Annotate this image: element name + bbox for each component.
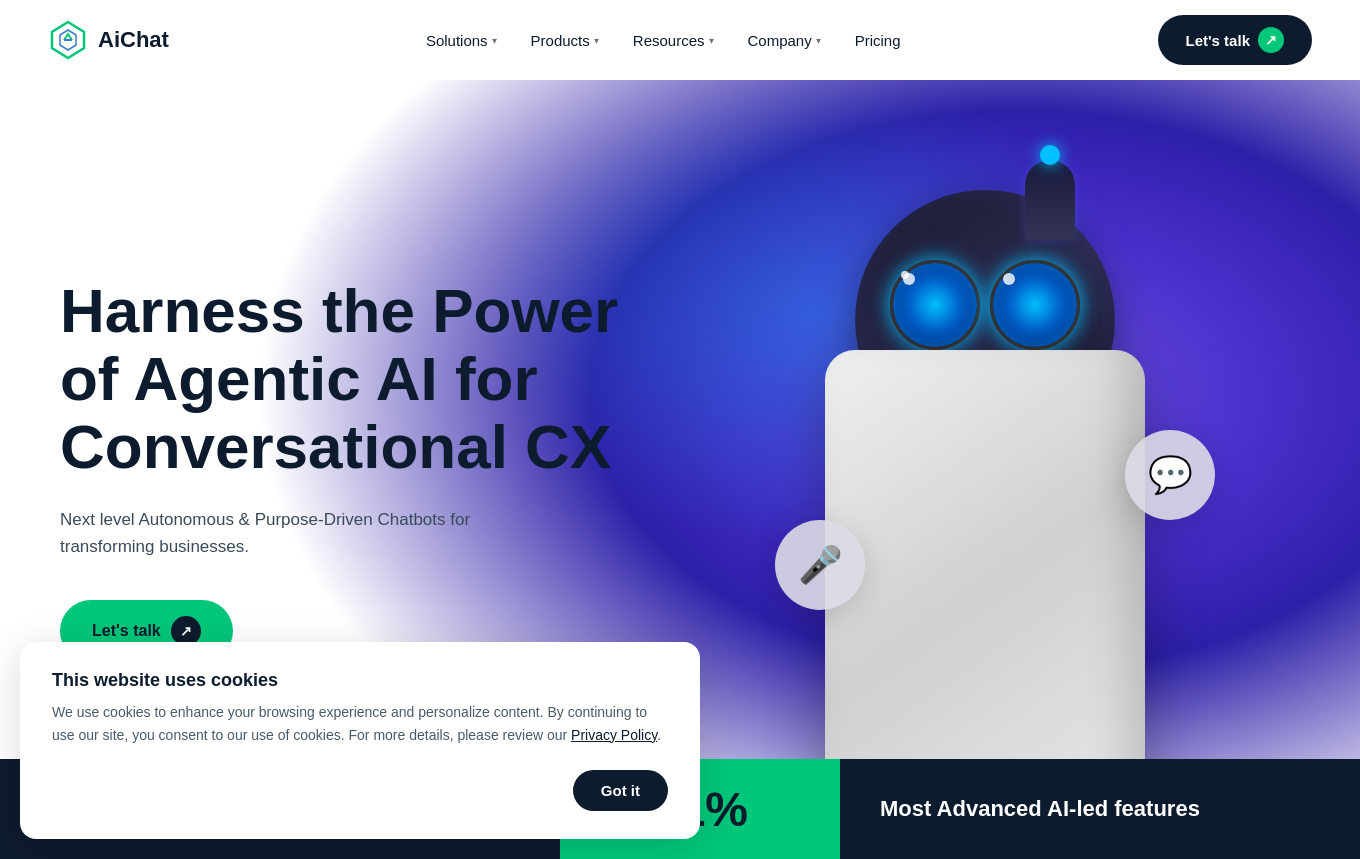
float-mic-bubble: 🎤 <box>775 520 865 610</box>
robot-container: 💬 🎤 <box>695 150 1275 830</box>
cookie-title: This website uses cookies <box>52 670 668 691</box>
float-chat-bubble: 💬 <box>1125 430 1215 520</box>
nav-link-products[interactable]: Products ▾ <box>517 24 613 57</box>
cookie-privacy-link[interactable]: Privacy Policy <box>571 727 657 743</box>
chevron-down-icon: ▾ <box>709 35 714 46</box>
hero-subtitle: Next level Autonomous & Purpose-Driven C… <box>60 506 480 560</box>
navbar: AiChat Solutions ▾ Products ▾ Resources … <box>0 0 1360 80</box>
nav-cta-button[interactable]: Let's talk ↗ <box>1158 15 1312 65</box>
nav-link-company[interactable]: Company ▾ <box>734 24 835 57</box>
cookie-accept-button[interactable]: Got it <box>573 770 668 811</box>
cookie-banner: This website uses cookies We use cookies… <box>20 642 700 839</box>
hero-content: Harness the Power of Agentic AI for Conv… <box>0 277 620 662</box>
nav-item-company[interactable]: Company ▾ <box>734 24 835 57</box>
robot-body <box>825 350 1145 830</box>
logo-icon <box>48 20 88 60</box>
nav-link-solutions[interactable]: Solutions ▾ <box>412 24 511 57</box>
logo[interactable]: AiChat <box>48 20 169 60</box>
nav-item-solutions[interactable]: Solutions ▾ <box>412 24 511 57</box>
robot-eye-right <box>990 260 1080 350</box>
nav-links: Solutions ▾ Products ▾ Resources ▾ Compa… <box>412 24 915 57</box>
chevron-down-icon: ▾ <box>594 35 599 46</box>
nav-item-pricing[interactable]: Pricing <box>841 24 915 57</box>
arrow-icon: ↗ <box>1258 27 1284 53</box>
nav-link-pricing[interactable]: Pricing <box>841 24 915 57</box>
nav-link-resources[interactable]: Resources ▾ <box>619 24 728 57</box>
hero-robot-illustration: 💬 🎤 <box>610 80 1360 859</box>
robot-eye-left <box>890 260 980 350</box>
hero-title: Harness the Power of Agentic AI for Conv… <box>60 277 620 482</box>
strip-right-text: Most Advanced AI-led features <box>880 795 1200 824</box>
cookie-text: We use cookies to enhance your browsing … <box>52 701 668 746</box>
chevron-down-icon: ▾ <box>816 35 821 46</box>
nav-item-products[interactable]: Products ▾ <box>517 24 613 57</box>
cookie-footer: Got it <box>52 754 668 811</box>
chevron-down-icon: ▾ <box>492 35 497 46</box>
logo-text: AiChat <box>98 27 169 53</box>
nav-item-resources[interactable]: Resources ▾ <box>619 24 728 57</box>
robot-antenna <box>1025 160 1075 240</box>
strip-right: Most Advanced AI-led features <box>840 759 1360 859</box>
